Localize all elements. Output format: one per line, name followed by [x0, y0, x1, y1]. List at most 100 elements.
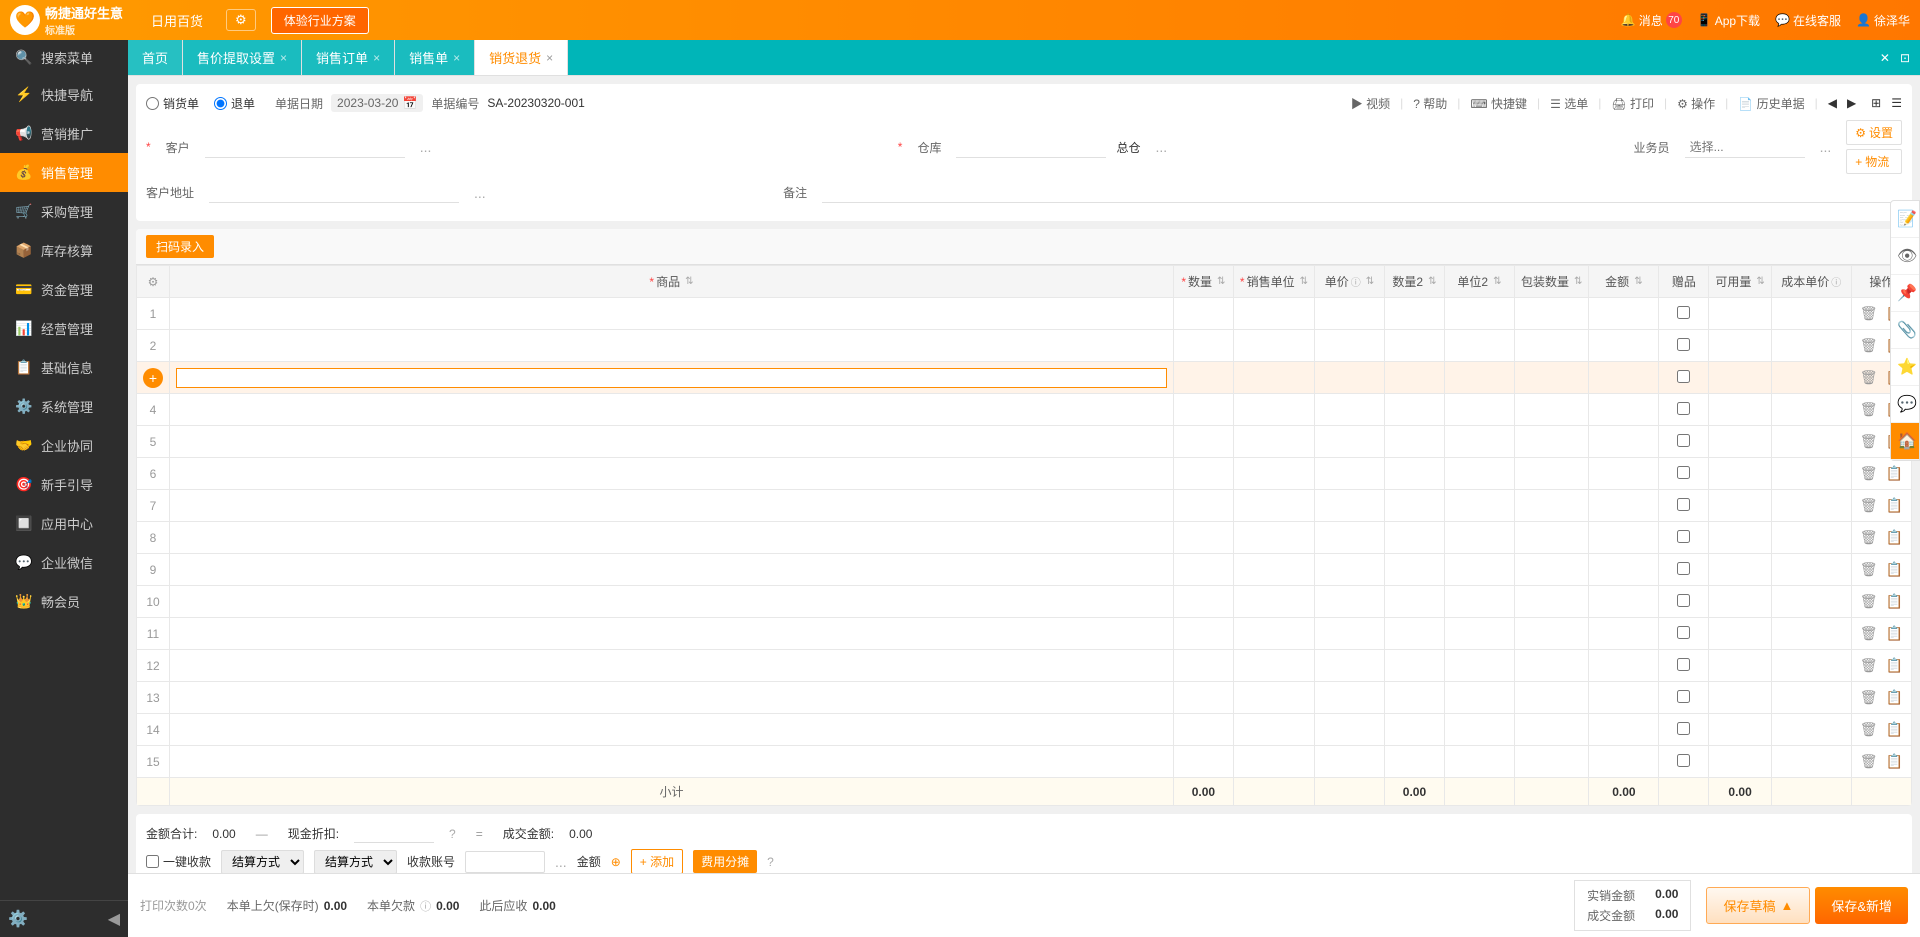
qty-cell[interactable] — [1173, 362, 1233, 394]
operate-btn[interactable]: ⚙ 操作 — [1677, 95, 1715, 112]
add-payment-button[interactable]: + 添加 — [631, 849, 683, 873]
radio-sale-input[interactable] — [146, 97, 159, 110]
tab-price-close[interactable]: × — [280, 51, 287, 65]
unit-cell[interactable] — [1233, 362, 1314, 394]
gift-checkbox[interactable] — [1677, 370, 1690, 383]
avail-cell[interactable] — [1709, 330, 1771, 362]
print-btn[interactable]: 🖨 打印 — [1611, 95, 1654, 112]
col-pkgqty-header[interactable]: 包装数量 ⇅ — [1514, 266, 1588, 298]
sidebar-item-system[interactable]: ⚙️ 系统管理 — [0, 387, 128, 426]
next-icon[interactable]: ▶ — [1847, 96, 1856, 110]
unit-cell[interactable] — [1233, 330, 1314, 362]
shortcut-btn[interactable]: ⌨ 快捷键 — [1470, 95, 1527, 112]
sidebar-item-apps[interactable]: 🔲 应用中心 — [0, 504, 128, 543]
gift-checkbox[interactable] — [1677, 402, 1690, 415]
gift-checkbox[interactable] — [1677, 338, 1690, 351]
right-sidebar-view[interactable]: 👁 — [1891, 238, 1919, 275]
nav-settings[interactable]: ⚙ — [226, 9, 256, 31]
delete-btn[interactable]: 🗑 — [1858, 495, 1880, 516]
copy-btn[interactable]: 📋 — [1884, 655, 1905, 676]
question-icon[interactable]: ? — [449, 827, 456, 841]
delete-btn[interactable]: 🗑 — [1858, 367, 1880, 388]
sidebar-item-purchase[interactable]: 🛒 采购管理 — [0, 192, 128, 231]
gift-checkbox[interactable] — [1677, 658, 1690, 671]
avail-sort-icon[interactable]: ⇅ — [1756, 276, 1764, 287]
col-gift-header[interactable]: 赠品 — [1659, 266, 1709, 298]
delete-btn[interactable]: 🗑 — [1858, 655, 1880, 676]
product-cell[interactable] — [170, 714, 1174, 746]
date-badge[interactable]: 2023-03-20 📅 — [331, 94, 423, 112]
warehouse-input[interactable] — [956, 137, 1106, 158]
customer-input[interactable] — [205, 137, 405, 158]
calc-select[interactable]: 结算方式 — [314, 850, 397, 874]
message-btn[interactable]: 🔔 消息 70 — [1621, 12, 1682, 29]
cost-cell[interactable] — [1771, 330, 1851, 362]
tab-sale[interactable]: 销售单 × — [395, 40, 475, 75]
online-support-btn[interactable]: 💬 在线客服 — [1775, 12, 1841, 29]
unit-sort-icon[interactable]: ⇅ — [1300, 276, 1308, 287]
col-unit2-header[interactable]: 单位2 ⇅ — [1444, 266, 1514, 298]
delete-btn[interactable]: 🗑 — [1858, 559, 1880, 580]
gift-checkbox[interactable] — [1677, 530, 1690, 543]
right-sidebar-msg[interactable]: 💬 — [1891, 386, 1919, 423]
avail-cell[interactable] — [1709, 362, 1771, 394]
sidebar-collapse-btn[interactable]: ◀ — [108, 909, 120, 929]
col-qty-header[interactable]: * 数量 ⇅ — [1173, 266, 1233, 298]
tab-order[interactable]: 销售订单 × — [302, 40, 395, 75]
tab-price[interactable]: 售价提取设置 × — [183, 40, 302, 75]
col-settings-header[interactable]: ⚙ — [137, 266, 170, 298]
sidebar-settings-btn[interactable]: ⚙️ — [8, 909, 28, 929]
sidebar-item-marketing[interactable]: 📢 营销推广 — [0, 114, 128, 153]
tab-order-close[interactable]: × — [373, 51, 380, 65]
address-picker[interactable]: ... — [474, 185, 486, 201]
settings-button[interactable]: ⚙ 设置 — [1846, 120, 1902, 145]
price-info-icon[interactable]: ⓘ — [1351, 274, 1361, 289]
sidebar-item-operation[interactable]: 📊 经营管理 — [0, 309, 128, 348]
one-click-input[interactable] — [146, 855, 159, 868]
product-cell[interactable] — [170, 522, 1174, 554]
warehouse-picker[interactable]: ... — [1155, 139, 1167, 155]
sidebar-item-guide[interactable]: 🎯 新手引导 — [0, 465, 128, 504]
address-input[interactable] — [209, 182, 459, 203]
salesperson-picker[interactable]: ... — [1820, 139, 1832, 155]
gift-checkbox[interactable] — [1677, 562, 1690, 575]
nav-daily[interactable]: 日用百货 — [143, 7, 211, 34]
delete-btn[interactable]: 🗑 — [1858, 463, 1880, 484]
product-cell[interactable] — [170, 298, 1174, 330]
pkgqty-cell[interactable] — [1514, 330, 1588, 362]
gift-cell[interactable] — [1659, 362, 1709, 394]
sidebar-item-finance[interactable]: 💳 资金管理 — [0, 270, 128, 309]
delete-btn[interactable]: 🗑 — [1858, 303, 1880, 324]
price-cell[interactable] — [1314, 298, 1384, 330]
history-btn[interactable]: 📄 历史单据 — [1738, 95, 1804, 112]
close-window-icon[interactable]: ✕ — [1880, 51, 1890, 65]
delete-btn[interactable]: 🗑 — [1858, 431, 1880, 452]
qty-sort-icon[interactable]: ⇅ — [1217, 276, 1225, 287]
one-click-checkbox[interactable]: 一键收款 — [146, 853, 211, 870]
col-price-header[interactable]: 单价 ⓘ ⇅ — [1314, 266, 1384, 298]
sidebar-item-wechat[interactable]: 💬 企业微信 — [0, 543, 128, 582]
sidebar-item-sales[interactable]: 💰 销售管理 — [0, 153, 128, 192]
tab-return-close[interactable]: × — [546, 51, 553, 65]
experience-button[interactable]: 体验行业方案 — [271, 7, 369, 34]
sidebar-item-cooperation[interactable]: 🤝 企业协同 — [0, 426, 128, 465]
gift-checkbox[interactable] — [1677, 434, 1690, 447]
scan-button[interactable]: 扫码录入 — [146, 235, 214, 258]
video-btn[interactable]: ▶ 视频 — [1351, 95, 1390, 112]
copy-btn[interactable]: 📋 — [1884, 527, 1905, 548]
copy-btn[interactable]: 📋 — [1884, 463, 1905, 484]
cost-info-icon[interactable]: ⓘ — [1831, 274, 1841, 289]
product-cell[interactable] — [170, 650, 1174, 682]
col-product-header[interactable]: * 商品 ⇅ — [170, 266, 1174, 298]
pkgqty-cell[interactable] — [1514, 362, 1588, 394]
product-cell[interactable] — [170, 746, 1174, 778]
amount-cell[interactable] — [1589, 362, 1659, 394]
col-avail-header[interactable]: 可用量 ⇅ — [1709, 266, 1771, 298]
unit2-sort-icon[interactable]: ⇅ — [1493, 276, 1501, 287]
unit2-cell[interactable] — [1444, 330, 1514, 362]
avail-cell[interactable] — [1709, 298, 1771, 330]
select-btn[interactable]: ☰ 选单 — [1550, 95, 1588, 112]
right-sidebar-note[interactable]: 📝 — [1891, 201, 1919, 238]
gift-cell[interactable] — [1659, 298, 1709, 330]
radio-return-input[interactable] — [214, 97, 227, 110]
